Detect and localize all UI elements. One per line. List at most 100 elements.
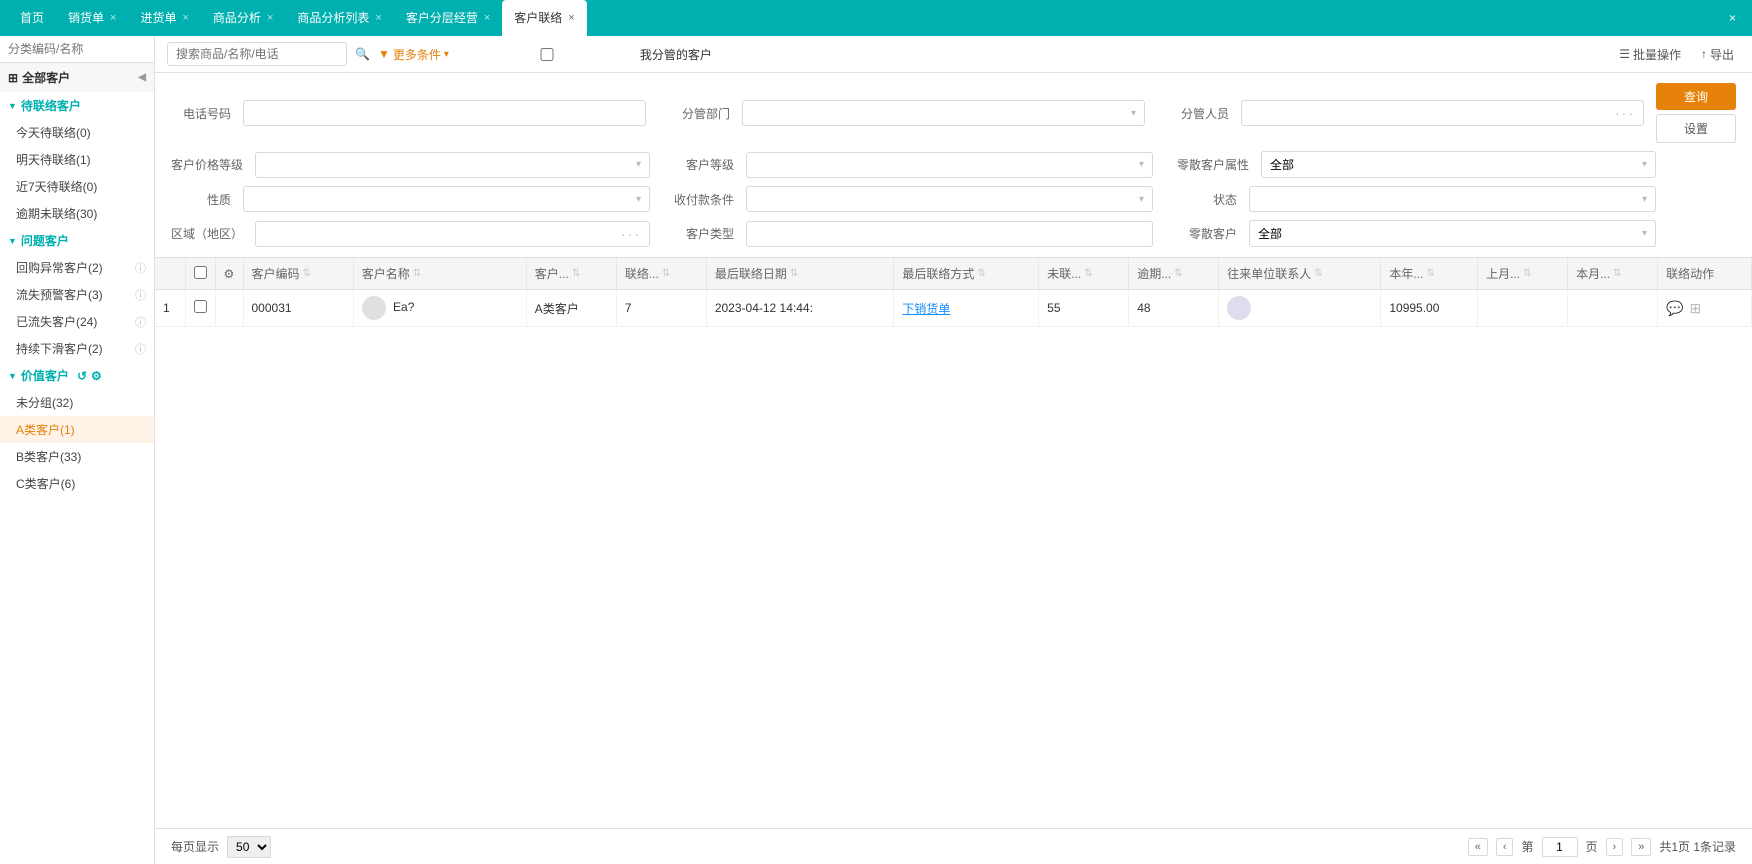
sort-year-icon[interactable]: ⇅: [1426, 268, 1434, 279]
cell-type: A类客户: [526, 290, 616, 327]
sidebar-item-b-class[interactable]: B类客户(33): [0, 443, 154, 470]
dept-select[interactable]: ▾: [742, 100, 1145, 126]
close-customer-segment-tab[interactable]: ×: [484, 0, 490, 36]
close-sales-tab[interactable]: ×: [110, 0, 116, 36]
sort-date-icon[interactable]: ⇅: [790, 268, 798, 279]
sort-unit-icon[interactable]: ⇅: [1314, 268, 1322, 279]
nav-home[interactable]: 首页: [8, 0, 56, 36]
row-checkbox[interactable]: [194, 300, 207, 313]
sidebar-search-input[interactable]: [8, 42, 155, 56]
close-product-analysis-tab[interactable]: ×: [267, 0, 273, 36]
search-icon[interactable]: 🔍: [355, 47, 370, 61]
more-conditions-btn[interactable]: ▼ 更多条件 ▾: [378, 46, 449, 63]
chevron-down-icon9: ▾: [1642, 228, 1647, 239]
nav-product-analysis[interactable]: 商品分析 ×: [201, 0, 285, 36]
my-customers-checkbox[interactable]: 我分管的客户: [457, 46, 712, 63]
status-select[interactable]: ▾: [1249, 186, 1656, 212]
search-input[interactable]: [167, 42, 347, 66]
col-name: 客户名称 ⇅: [353, 258, 526, 290]
filter-manager: 分管人员 ···: [1169, 100, 1644, 126]
cell-checkbox[interactable]: [185, 290, 215, 327]
sidebar-item-churned[interactable]: 已流失客户(24) ⓘ: [0, 308, 154, 335]
sidebar-item-churn-warn[interactable]: 流失预警客户(3) ⓘ: [0, 281, 154, 308]
gear-icon[interactable]: ⚙: [224, 267, 235, 281]
sidebar: 🔍 ⊞ 全部客户 ◀ ▼ 待联络客户 今天待联络(0) 明天待联络(1) 近7天…: [0, 36, 155, 864]
sort-contact-icon[interactable]: ⇅: [662, 268, 670, 279]
scatter-attr-select[interactable]: 全部 ▾: [1261, 151, 1656, 178]
sort-type-icon[interactable]: ⇅: [572, 268, 580, 279]
col-this-month: 本月... ⇅: [1568, 258, 1658, 290]
phone-input[interactable]: [243, 100, 646, 126]
filter-row-2: 客户价格等级 ▾ 客户等级 ▾: [171, 151, 1736, 178]
sort-tmonth-icon[interactable]: ⇅: [1613, 268, 1621, 279]
prev-page-btn[interactable]: ‹: [1496, 838, 1514, 856]
nav-sales[interactable]: 销货单 ×: [56, 0, 128, 36]
nav-customer-segment[interactable]: 客户分层经营 ×: [394, 0, 502, 36]
page-input[interactable]: [1542, 837, 1578, 857]
close-product-list-tab[interactable]: ×: [375, 0, 381, 36]
sidebar-item-overdue[interactable]: 逾期未联络(30): [0, 200, 154, 227]
sidebar-item-declining[interactable]: 持续下滑客户(2) ⓘ: [0, 335, 154, 362]
sidebar-all-customers[interactable]: ⊞ 全部客户 ◀: [0, 63, 154, 92]
window-close-btn[interactable]: ×: [1721, 9, 1744, 27]
col-type: 客户... ⇅: [526, 258, 616, 290]
filter-price-level: 客户价格等级 ▾: [171, 152, 650, 178]
grid-action-icon[interactable]: ⊞: [1690, 300, 1702, 317]
nav-customer-contact[interactable]: 客户联络 ×: [502, 0, 586, 36]
export-btn[interactable]: ↑ 导出: [1695, 43, 1740, 66]
settings-icon[interactable]: ⚙: [91, 369, 102, 383]
filter-payment: 收付款条件 ▾: [674, 186, 1153, 212]
customer-level-select[interactable]: ▾: [746, 152, 1153, 178]
sidebar-value-header[interactable]: ▼ 价值客户 ↺ ⚙: [0, 362, 154, 389]
sidebar-item-7days[interactable]: 近7天待联络(0): [0, 173, 154, 200]
sort-code-icon[interactable]: ⇅: [303, 268, 311, 279]
chevron-down-icon4: ▾: [1139, 159, 1144, 170]
sort-name-icon[interactable]: ⇅: [413, 268, 421, 279]
cell-action: 💬 ⊞: [1658, 290, 1752, 327]
nav-product-list[interactable]: 商品分析列表 ×: [285, 0, 393, 36]
price-level-select[interactable]: ▾: [255, 152, 650, 178]
select-all-checkbox[interactable]: [194, 266, 207, 279]
batch-op-btn[interactable]: ☰ 批量操作: [1613, 43, 1687, 66]
sidebar-problem-header[interactable]: ▼ 问题客户: [0, 227, 154, 254]
content-wrapper: 🔍 ▼ 更多条件 ▾ 我分管的客户 ☰ 批量操作 ↑ 导出: [155, 36, 1752, 864]
col-gear[interactable]: ⚙: [215, 258, 243, 290]
sidebar-pending-header[interactable]: ▼ 待联络客户: [0, 92, 154, 119]
sort-lmonth-icon[interactable]: ⇅: [1523, 268, 1531, 279]
first-page-btn[interactable]: «: [1468, 838, 1488, 856]
sidebar-item-repurchase[interactable]: 回购异常客户(2) ⓘ: [0, 254, 154, 281]
cell-last-method[interactable]: 下销货单: [894, 290, 1039, 327]
chevron-down-icon2: ▾: [1131, 108, 1136, 119]
sidebar-item-tomorrow[interactable]: 明天待联络(1): [0, 146, 154, 173]
sidebar-item-c-class[interactable]: C类客户(6): [0, 470, 154, 497]
sort-no-contact-icon[interactable]: ⇅: [1084, 268, 1092, 279]
close-customer-contact-tab[interactable]: ×: [568, 0, 574, 36]
sidebar-item-ungroup[interactable]: 未分组(32): [0, 389, 154, 416]
page-size-select[interactable]: 50: [227, 836, 271, 858]
close-purchase-tab[interactable]: ×: [182, 0, 188, 36]
last-page-btn[interactable]: »: [1631, 838, 1651, 856]
sidebar-collapse-btn[interactable]: ◀: [138, 72, 146, 83]
scatter-select[interactable]: 全部 ▾: [1249, 220, 1656, 247]
customer-type-input[interactable]: [746, 221, 1153, 247]
region-input[interactable]: ···: [255, 221, 650, 247]
filter-status: 状态 ▾: [1177, 186, 1656, 212]
nature-select[interactable]: ▾: [243, 186, 650, 212]
settings-btn[interactable]: 设置: [1656, 114, 1736, 143]
col-last-month: 上月... ⇅: [1478, 258, 1568, 290]
sidebar-item-a-class[interactable]: A类客户(1): [0, 416, 154, 443]
filter-phone: 电话号码: [171, 100, 646, 126]
nav-purchase[interactable]: 进货单 ×: [128, 0, 200, 36]
sort-overdue-icon[interactable]: ⇅: [1174, 268, 1182, 279]
sidebar-item-today[interactable]: 今天待联络(0): [0, 119, 154, 146]
next-page-btn[interactable]: ›: [1606, 838, 1624, 856]
sort-method-icon[interactable]: ⇅: [977, 268, 985, 279]
chevron-down-icon: ▾: [444, 49, 449, 60]
refresh-icon[interactable]: ↺: [77, 369, 87, 383]
query-btn[interactable]: 查询: [1656, 83, 1736, 110]
manager-input[interactable]: ···: [1241, 100, 1644, 126]
message-icon[interactable]: 💬: [1666, 300, 1683, 317]
payment-select[interactable]: ▾: [746, 186, 1153, 212]
last-method-link[interactable]: 下销货单: [902, 302, 950, 316]
info-icon3: ⓘ: [135, 314, 146, 330]
